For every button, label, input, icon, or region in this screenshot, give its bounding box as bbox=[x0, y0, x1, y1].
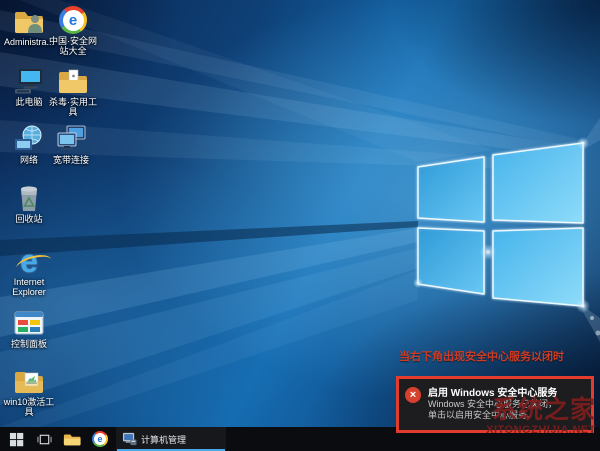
file-explorer-folder-icon bbox=[63, 432, 81, 447]
task-view-button[interactable] bbox=[30, 427, 58, 451]
desktop-icon-label-line2: 具 bbox=[1, 407, 57, 417]
control-panel-icon bbox=[13, 308, 45, 338]
error-x-icon: × bbox=[405, 387, 421, 403]
browser-e-icon: e bbox=[92, 431, 108, 447]
desktop-icon-broadband[interactable]: 宽带连接 bbox=[43, 124, 99, 165]
task-view-icon bbox=[37, 432, 52, 447]
watermark: 系统之家 XITONGZHIJIA.NET bbox=[486, 396, 596, 436]
desktop-icon-label-line2: Explorer bbox=[1, 287, 57, 297]
file-explorer-button[interactable] bbox=[58, 427, 86, 451]
broadband-monitors-icon bbox=[55, 124, 87, 154]
browser-e-icon: e bbox=[57, 5, 89, 35]
desktop-icon-label: 杀毒·实用工 bbox=[45, 97, 101, 107]
network-globe-icon bbox=[13, 124, 45, 154]
desktop-icon-label: 中国·安全网 bbox=[45, 36, 101, 46]
taskbar-app-label: 计算机管理 bbox=[141, 433, 186, 446]
desktop-icon-label: win10激活工 bbox=[1, 397, 57, 407]
watermark-title: 系统之家 bbox=[486, 396, 596, 424]
taskbar-app-computer-management[interactable]: 计算机管理 bbox=[116, 427, 226, 451]
desktop-icon-label-line2: 站大全 bbox=[45, 46, 101, 56]
folder-with-image-icon bbox=[13, 366, 45, 396]
red-tip-text: 当右下角出现安全中心服务以闭时 bbox=[399, 348, 564, 364]
computer-management-icon bbox=[122, 432, 137, 446]
administrator-folder-icon bbox=[13, 6, 45, 36]
desktop-icon-label-line2: 具 bbox=[45, 107, 101, 117]
watermark-site: XITONGZHIJIA.NET bbox=[486, 424, 596, 436]
desktop-icon-win10-activation[interactable]: win10激活工 具 bbox=[1, 366, 57, 417]
desktop-icon-control-panel[interactable]: 控制面板 bbox=[1, 308, 57, 349]
start-button[interactable] bbox=[2, 427, 30, 451]
desktop-icon-recycle-bin[interactable]: 回收站 bbox=[1, 183, 57, 224]
this-pc-icon bbox=[13, 66, 45, 96]
folder-with-document-icon bbox=[57, 66, 89, 96]
internet-explorer-icon: e bbox=[13, 246, 45, 276]
desktop-icon-internet-explorer[interactable]: e Internet Explorer bbox=[1, 246, 57, 297]
desktop-icon-label: 宽带连接 bbox=[43, 155, 99, 165]
desktop-icon-label: 控制面板 bbox=[1, 339, 57, 349]
desktop-icon-china-security-sites[interactable]: e 中国·安全网 站大全 bbox=[45, 5, 101, 56]
desktop-icon-antivirus-tools[interactable]: 杀毒·实用工 具 bbox=[45, 66, 101, 117]
desktop-icon-label: 回收站 bbox=[1, 214, 57, 224]
windows-desktop-screen: Administra... e 中国·安全网 站大全 此电脑 bbox=[0, 0, 600, 451]
browser-button[interactable]: e bbox=[86, 427, 114, 451]
windows-logo-icon bbox=[9, 432, 24, 447]
recycle-bin-icon bbox=[13, 183, 45, 213]
